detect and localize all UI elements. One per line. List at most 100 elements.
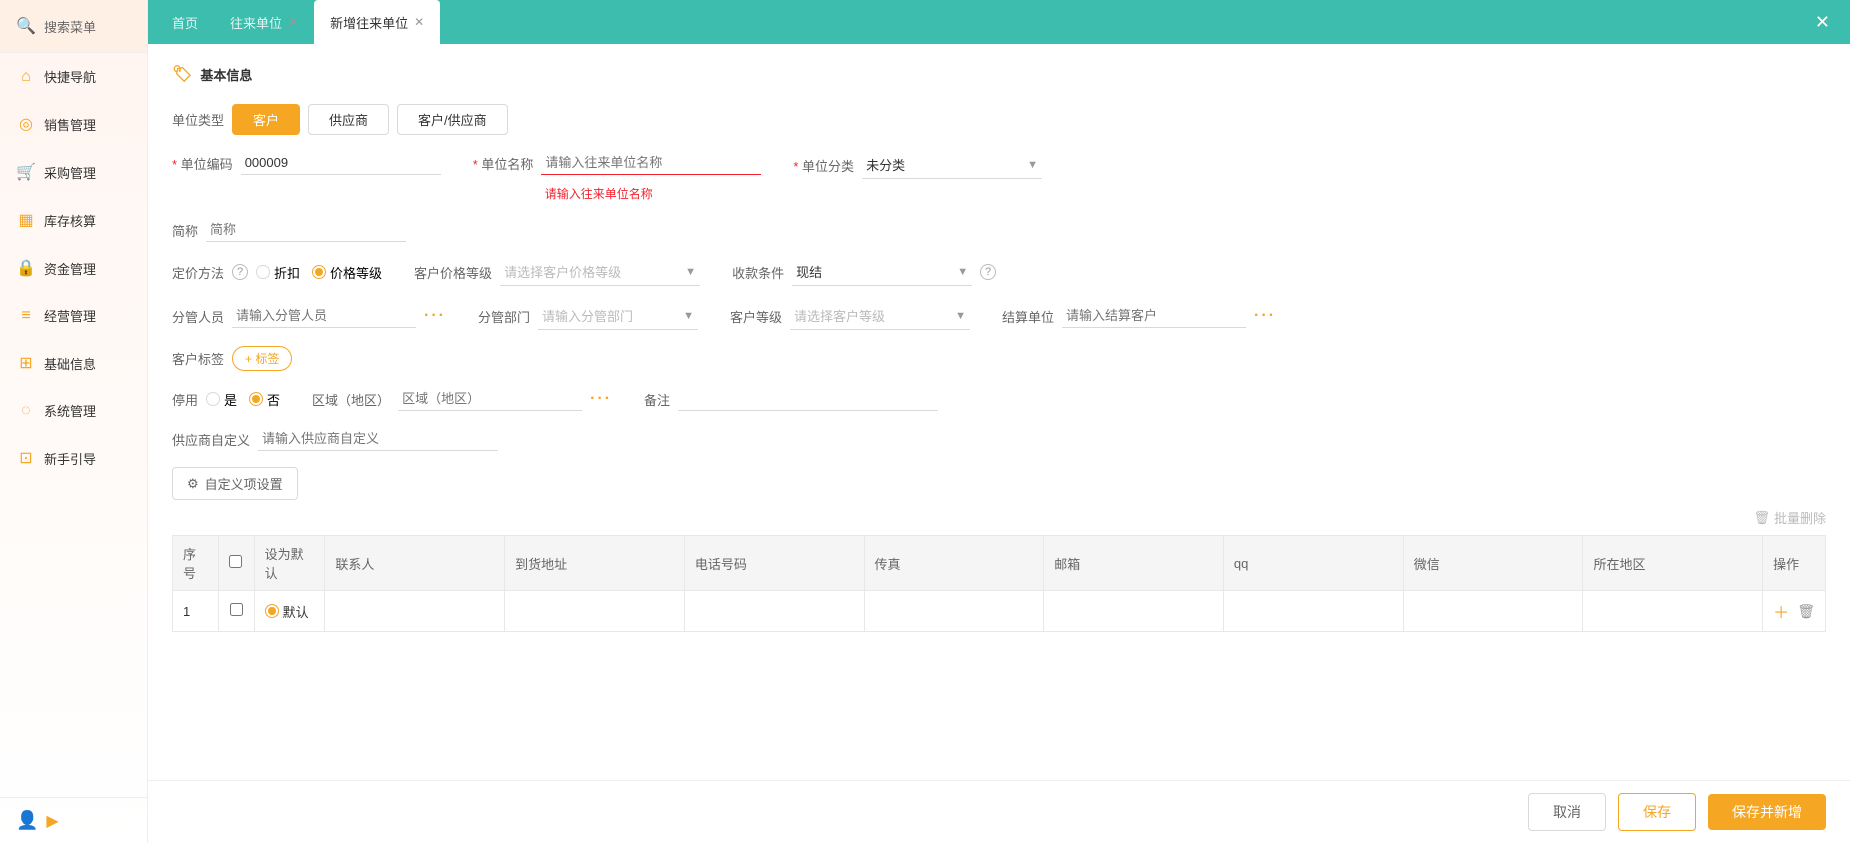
pricing-row: 定价方法 ? 折扣 价格等级 客户价格等级 <box>172 258 1826 286</box>
sidebar-item-operations[interactable]: ≡ 经营管理 <box>0 292 147 339</box>
pricing-radio-group: 折扣 价格等级 <box>256 263 382 282</box>
row-checkbox[interactable] <box>229 603 244 616</box>
customer-level-select[interactable]: 请选择客户等级 ▼ <box>790 302 970 330</box>
cancel-button[interactable]: 取消 <box>1528 793 1606 831</box>
remark-group: 备注 <box>644 387 938 411</box>
select-all-checkbox[interactable] <box>229 555 242 568</box>
tab-home[interactable]: 首页 <box>156 0 214 44</box>
tag-add-btn[interactable]: + 标签 <box>232 346 292 371</box>
sidebar-item-inventory[interactable]: ▦ 库存核算 <box>0 196 147 244</box>
disabled-label: 停用 <box>172 390 198 409</box>
custom-settings-btn[interactable]: ⚙ 自定义项设置 <box>172 467 298 500</box>
del-row-btn[interactable]: 🗑 <box>1797 603 1815 620</box>
unit-name-input[interactable] <box>541 151 761 175</box>
tab-new-partner-close[interactable]: ✕ <box>414 15 424 29</box>
col-qq: qq <box>1223 536 1403 591</box>
region-input[interactable] <box>398 387 582 411</box>
sidebar-item-purchase[interactable]: 🛒 采购管理 <box>0 148 147 196</box>
payment-terms-select[interactable]: 现结 ▼ <box>792 258 972 286</box>
pricing-radio-price-level[interactable]: 价格等级 <box>312 263 382 282</box>
tab-home-label: 首页 <box>172 13 198 32</box>
no-radio-circle <box>249 392 263 406</box>
sidebar-item-quick-nav[interactable]: ⌂ 快捷导航 <box>0 53 147 100</box>
discount-label: 折扣 <box>274 263 300 282</box>
department-select[interactable]: 请输入分管部门 ▼ <box>538 302 698 330</box>
section-title-text: 基本信息 <box>200 65 252 84</box>
disabled-no-label: 否 <box>267 390 280 409</box>
sidebar-item-finance[interactable]: 🔒 资金管理 <box>0 244 147 292</box>
manager-group: 分管人员 ··· <box>172 304 446 328</box>
tag-group: 客户标签 + 标签 <box>172 346 292 371</box>
unit-code-input[interactable] <box>241 151 441 175</box>
tab-new-partner[interactable]: 新增往来单位 ✕ <box>314 0 440 44</box>
contact-input[interactable] <box>335 604 494 619</box>
region-table-input[interactable] <box>1593 604 1752 619</box>
qq-input[interactable] <box>1234 604 1393 619</box>
row-checkbox-cell <box>218 591 254 632</box>
region-more-btn[interactable]: ··· <box>590 390 612 408</box>
pricing-radio-discount[interactable]: 折扣 <box>256 263 300 282</box>
disabled-row: 停用 是 否 区域（地区） ··· <box>172 387 1826 411</box>
unit-type-group: 单位类型 客户 供应商 客户/供应商 <box>172 104 508 135</box>
unit-btn-supplier[interactable]: 供应商 <box>308 104 389 135</box>
save-new-button[interactable]: 保存并新增 <box>1708 794 1826 830</box>
unit-category-arrow: ▼ <box>1027 159 1038 171</box>
manager-more-btn[interactable]: ··· <box>424 307 446 325</box>
settlement-more-btn[interactable]: ··· <box>1254 307 1276 325</box>
unit-category-select[interactable]: 未分类 ▼ <box>862 151 1042 179</box>
remark-label: 备注 <box>644 390 670 409</box>
unit-type-buttons: 客户 供应商 客户/供应商 <box>232 104 508 135</box>
address-input[interactable] <box>515 604 674 619</box>
tab-partner-list[interactable]: 往来单位 ✕ <box>214 0 314 44</box>
inventory-icon: ▦ <box>16 210 36 230</box>
customer-level-group: 客户等级 请选择客户等级 ▼ <box>730 302 970 330</box>
sidebar-label-inventory: 库存核算 <box>44 211 96 230</box>
short-name-group: 简称 <box>172 218 406 242</box>
remark-input[interactable] <box>678 387 938 411</box>
disabled-radio-no[interactable]: 否 <box>249 390 280 409</box>
pricing-label: 定价方法 <box>172 263 224 282</box>
supplier-custom-input[interactable] <box>258 427 498 451</box>
fax-input[interactable] <box>875 604 1034 619</box>
add-row-btn[interactable]: ＋ <box>1773 599 1789 623</box>
customer-price-select[interactable]: 请选择客户价格等级 ▼ <box>500 258 700 286</box>
tab-bar-close[interactable]: ✕ <box>1803 12 1842 33</box>
sidebar-search[interactable]: 🔍 搜索菜单 <box>0 0 147 53</box>
department-placeholder: 请输入分管部门 <box>542 306 633 325</box>
price-level-label: 价格等级 <box>330 263 382 282</box>
email-input[interactable] <box>1054 604 1213 619</box>
customer-level-arrow: ▼ <box>955 310 966 322</box>
sidebar-bottom-user[interactable]: 👤 ▶ <box>0 797 147 843</box>
settlement-input[interactable] <box>1062 304 1246 328</box>
tag-row: 客户标签 + 标签 <box>172 346 1826 371</box>
col-action: 操作 <box>1763 536 1826 591</box>
sidebar-label-finance: 资金管理 <box>44 259 96 278</box>
sidebar-item-sales[interactable]: ◎ 销售管理 <box>0 100 147 148</box>
phone-input[interactable] <box>695 604 854 619</box>
pricing-help-icon[interactable]: ? <box>232 264 248 280</box>
row-qq <box>1223 591 1403 632</box>
sidebar-item-system[interactable]: ◌ 系统管理 <box>0 387 147 434</box>
price-level-dot <box>315 268 323 276</box>
unit-code-group: 单位编码 <box>172 151 441 175</box>
batch-delete-btn[interactable]: 🗑 批量删除 <box>172 508 1826 527</box>
unit-category-group: 单位分类 未分类 ▼ <box>793 151 1042 179</box>
wechat-input[interactable] <box>1414 604 1573 619</box>
payment-terms-help-icon[interactable]: ? <box>980 264 996 280</box>
sidebar-label-system: 系统管理 <box>44 401 96 420</box>
table-row: 1 默认 <box>173 591 1826 632</box>
save-button[interactable]: 保存 <box>1618 793 1696 831</box>
disabled-radio-yes[interactable]: 是 <box>206 390 237 409</box>
payment-terms-group: 收款条件 现结 ▼ ? <box>732 258 996 286</box>
sidebar-bottom-bars: ▶ <box>46 811 58 831</box>
unit-btn-customer[interactable]: 客户 <box>232 104 300 135</box>
row-address <box>505 591 685 632</box>
short-name-input[interactable] <box>206 218 406 242</box>
sidebar-item-newbie[interactable]: ⊡ 新手引导 <box>0 434 147 482</box>
tab-partner-list-close[interactable]: ✕ <box>288 15 298 29</box>
col-default: 设为默认 <box>254 536 325 591</box>
sidebar-item-basic[interactable]: ⊞ 基础信息 <box>0 339 147 387</box>
unit-btn-both[interactable]: 客户/供应商 <box>397 104 508 135</box>
manager-input[interactable] <box>232 304 416 328</box>
row-default-radio[interactable]: 默认 <box>265 602 315 621</box>
